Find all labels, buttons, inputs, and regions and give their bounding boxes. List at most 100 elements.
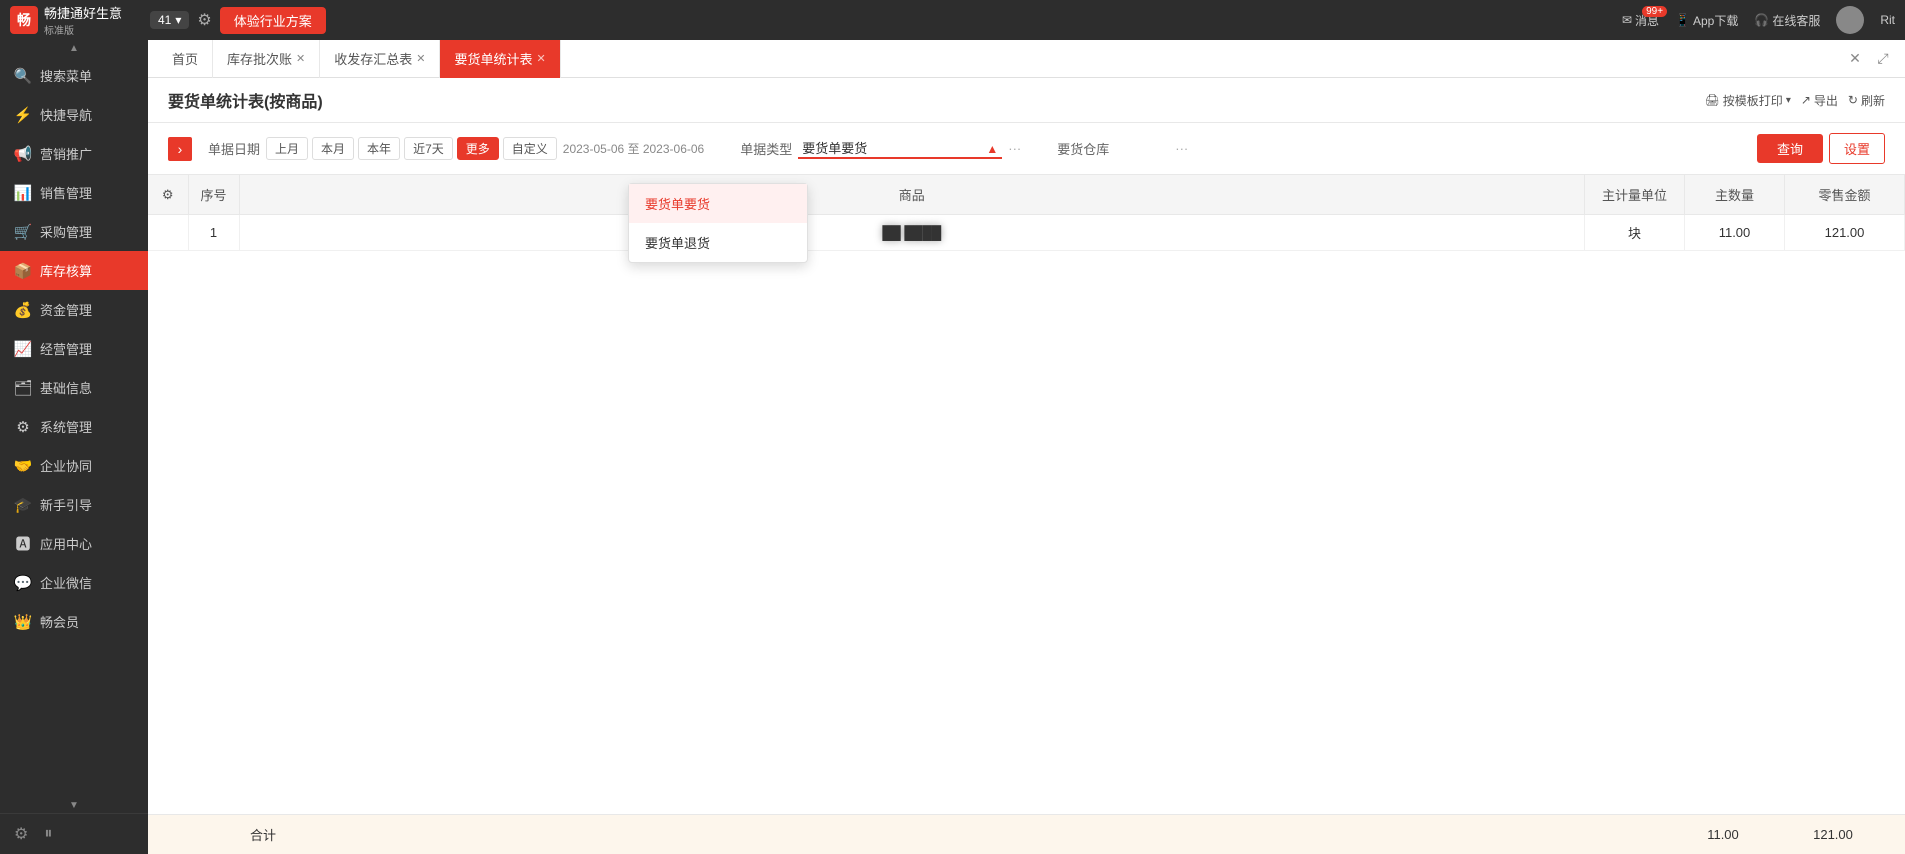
content-area: 首页库存批次账✕ 收发存汇总表 ✕ 要货单统计表 ✕ ✕ ⤢ 要货单统计表(按商品) 🖨… — [148, 40, 1905, 854]
refresh-icon: ↻ — [1848, 93, 1858, 107]
page-title: 要货单统计表(按商品) — [168, 88, 323, 112]
messages-badge[interactable]: ✉ 消息 99+ — [1622, 12, 1659, 29]
messages-count: 99+ — [1642, 6, 1667, 17]
tab-home[interactable]: 首页 — [158, 40, 213, 78]
footer-label: 合计 — [250, 828, 276, 843]
sidebar-item-shortcut[interactable]: ⚡ 快捷导航 — [0, 95, 148, 134]
tab-batch[interactable]: 库存批次账✕ — [213, 40, 320, 78]
sidebar-item-inventory[interactable]: 📦 库存核算 — [0, 251, 148, 290]
export-btn[interactable]: ↗ 导出 — [1801, 92, 1838, 109]
settings-btn[interactable]: 设置 — [1829, 133, 1885, 164]
th-settings[interactable]: ⚙ — [148, 175, 188, 215]
tab-close-receivable[interactable]: ✕ — [416, 52, 425, 65]
sidebar-item-label-shortcut: 快捷导航 — [40, 105, 92, 124]
tab-label-receivable: 收发存汇总表 — [334, 49, 412, 68]
date-btn-more[interactable]: 更多 — [457, 137, 499, 160]
sidebar-toggle-icon[interactable]: ⏸ — [44, 825, 52, 843]
dropdown-item-requisition-return[interactable]: 要货单退货 — [629, 223, 807, 262]
th-unit: 主计量单位 — [1585, 175, 1685, 215]
operation-icon: 📈 — [14, 340, 32, 358]
app-download-label: App下载 — [1693, 12, 1738, 29]
footer-qty: 11.00 — [1673, 827, 1773, 842]
sidebar-settings-icon[interactable]: ⚙ — [14, 824, 28, 844]
online-support-btn[interactable]: 🎧 在线客服 — [1754, 12, 1820, 29]
support-icon: 🎧 — [1754, 13, 1769, 27]
sidebar-item-appstore[interactable]: 🅰 应用中心 — [0, 524, 148, 563]
sidebar-item-label-newbie: 新手引导 — [40, 495, 92, 514]
app-name: 畅捷通好生意 — [44, 3, 122, 22]
purchase-icon: 🛒 — [14, 223, 32, 241]
tab-bar: 首页库存批次账✕ 收发存汇总表 ✕ 要货单统计表 ✕ ✕ ⤢ — [148, 40, 1905, 78]
warehouse-label: 要货仓库 — [1057, 139, 1109, 158]
type-more-icon[interactable]: ··· — [1008, 141, 1021, 156]
date-btn-this-month[interactable]: 本月 — [312, 137, 354, 160]
sidebar-item-finance[interactable]: 💰 资金管理 — [0, 290, 148, 329]
sidebar-item-search[interactable]: 🔍 搜索菜单 — [0, 56, 148, 95]
app-download-btn[interactable]: 📱 App下载 — [1675, 12, 1738, 29]
sales-icon: 📊 — [14, 184, 32, 202]
dropdown-item-requisition-order[interactable]: 要货单要货 — [629, 184, 807, 223]
sidebar-item-newbie[interactable]: 🎓 新手引导 — [0, 485, 148, 524]
type-select-input[interactable] — [798, 138, 1002, 159]
refresh-btn[interactable]: ↻ 刷新 — [1848, 92, 1885, 109]
sidebar-item-enterprise[interactable]: 🤝 企业协同 — [0, 446, 148, 485]
sidebar-item-label-system: 系统管理 — [40, 417, 92, 436]
sidebar-item-sales[interactable]: 📊 销售管理 — [0, 173, 148, 212]
export-icon: ↗ — [1801, 93, 1811, 107]
chevron-down-icon: ▾ — [175, 13, 181, 27]
sidebar-item-wechat[interactable]: 💬 企业微信 — [0, 563, 148, 602]
avatar[interactable] — [1836, 6, 1864, 34]
type-label: 单据类型 — [740, 139, 792, 158]
print-btn[interactable]: 🖨 按模板打印 ▾ — [1705, 92, 1791, 109]
user-name: Rit — [1880, 13, 1895, 27]
date-btn-last-month[interactable]: 上月 — [266, 137, 308, 160]
warehouse-more-icon[interactable]: ··· — [1175, 141, 1188, 156]
date-btn-custom[interactable]: 自定义 — [503, 137, 557, 160]
sidebar-item-operation[interactable]: 📈 经营管理 — [0, 329, 148, 368]
tab-receivable[interactable]: 收发存汇总表 ✕ — [320, 40, 440, 78]
tab-close-all-btn[interactable]: ✕ — [1843, 47, 1867, 71]
print-icon: 🖨 — [1705, 93, 1720, 107]
store-selector[interactable]: 41 ▾ — [150, 11, 189, 29]
main-layout: ▲ 🔍 搜索菜单 ⚡ 快捷导航 📢 营销推广 📊 销售管理 🛒 采购管理 📦 库… — [0, 40, 1905, 854]
date-btn-this-year[interactable]: 本年 — [358, 137, 400, 160]
filter-actions: 查询 设置 — [1757, 133, 1885, 164]
sidebar-scroll-up[interactable]: ▲ — [0, 40, 148, 56]
settings-icon[interactable]: ⚙ — [197, 10, 211, 30]
export-label: 导出 — [1814, 92, 1838, 109]
appstore-icon: 🅰 — [14, 535, 32, 553]
sidebar-item-marketing[interactable]: 📢 营销推广 — [0, 134, 148, 173]
sidebar-item-label-search: 搜索菜单 — [40, 66, 92, 85]
query-btn[interactable]: 查询 — [1757, 134, 1823, 163]
tab-requisition[interactable]: 要货单统计表 ✕ — [440, 40, 560, 78]
sidebar-item-label-appstore: 应用中心 — [40, 534, 92, 553]
sidebar-scroll-down[interactable]: ▼ — [0, 797, 148, 813]
page-header: 要货单统计表(按商品) 🖨 按模板打印 ▾ ↗ 导出 ↻ 刷新 — [148, 78, 1905, 123]
online-support-label: 在线客服 — [1772, 12, 1820, 29]
print-label: 按模板打印 — [1723, 92, 1783, 109]
tab-expand-btn[interactable]: ⤢ — [1871, 47, 1895, 71]
message-icon: ✉ — [1622, 13, 1632, 27]
tab-close-batch[interactable]: ✕ — [296, 52, 305, 65]
date-btn-7days[interactable]: 近7天 — [404, 137, 453, 160]
sidebar-item-basic[interactable]: 🗂 基础信息 — [0, 368, 148, 407]
th-qty: 主数量 — [1685, 175, 1785, 215]
filter-expand-btn[interactable]: › — [168, 137, 192, 161]
date-label: 单据日期 — [208, 139, 260, 158]
sidebar-item-member[interactable]: 👑 畅会员 — [0, 602, 148, 641]
logo-icon: 畅 — [10, 6, 38, 34]
sidebar-item-system[interactable]: ⚙ 系统管理 — [0, 407, 148, 446]
filter-warehouse-group: 要货仓库 ··· — [1057, 139, 1188, 158]
tab-close-requisition[interactable]: ✕ — [537, 52, 546, 65]
top-header-right: ✉ 消息 99+ 📱 App下载 🎧 在线客服 Rit — [1622, 6, 1895, 34]
sidebar-item-label-enterprise: 企业协同 — [40, 456, 92, 475]
store-name: 41 — [158, 13, 171, 27]
page-content: 要货单统计表(按商品) 🖨 按模板打印 ▾ ↗ 导出 ↻ 刷新 — [148, 78, 1905, 854]
industry-btn[interactable]: 体验行业方案 — [220, 7, 326, 34]
tab-label-requisition: 要货单统计表 — [454, 49, 532, 68]
date-buttons: 上月 本月 本年 近7天 更多 自定义 — [266, 137, 557, 160]
sidebar-item-purchase[interactable]: 🛒 采购管理 — [0, 212, 148, 251]
inventory-icon: 📦 — [14, 262, 32, 280]
cell-product-0: ██ ████ — [239, 215, 1584, 251]
table-header-row: ⚙ 序号 商品 主计量单位 主数量 零售金额 — [148, 175, 1905, 215]
